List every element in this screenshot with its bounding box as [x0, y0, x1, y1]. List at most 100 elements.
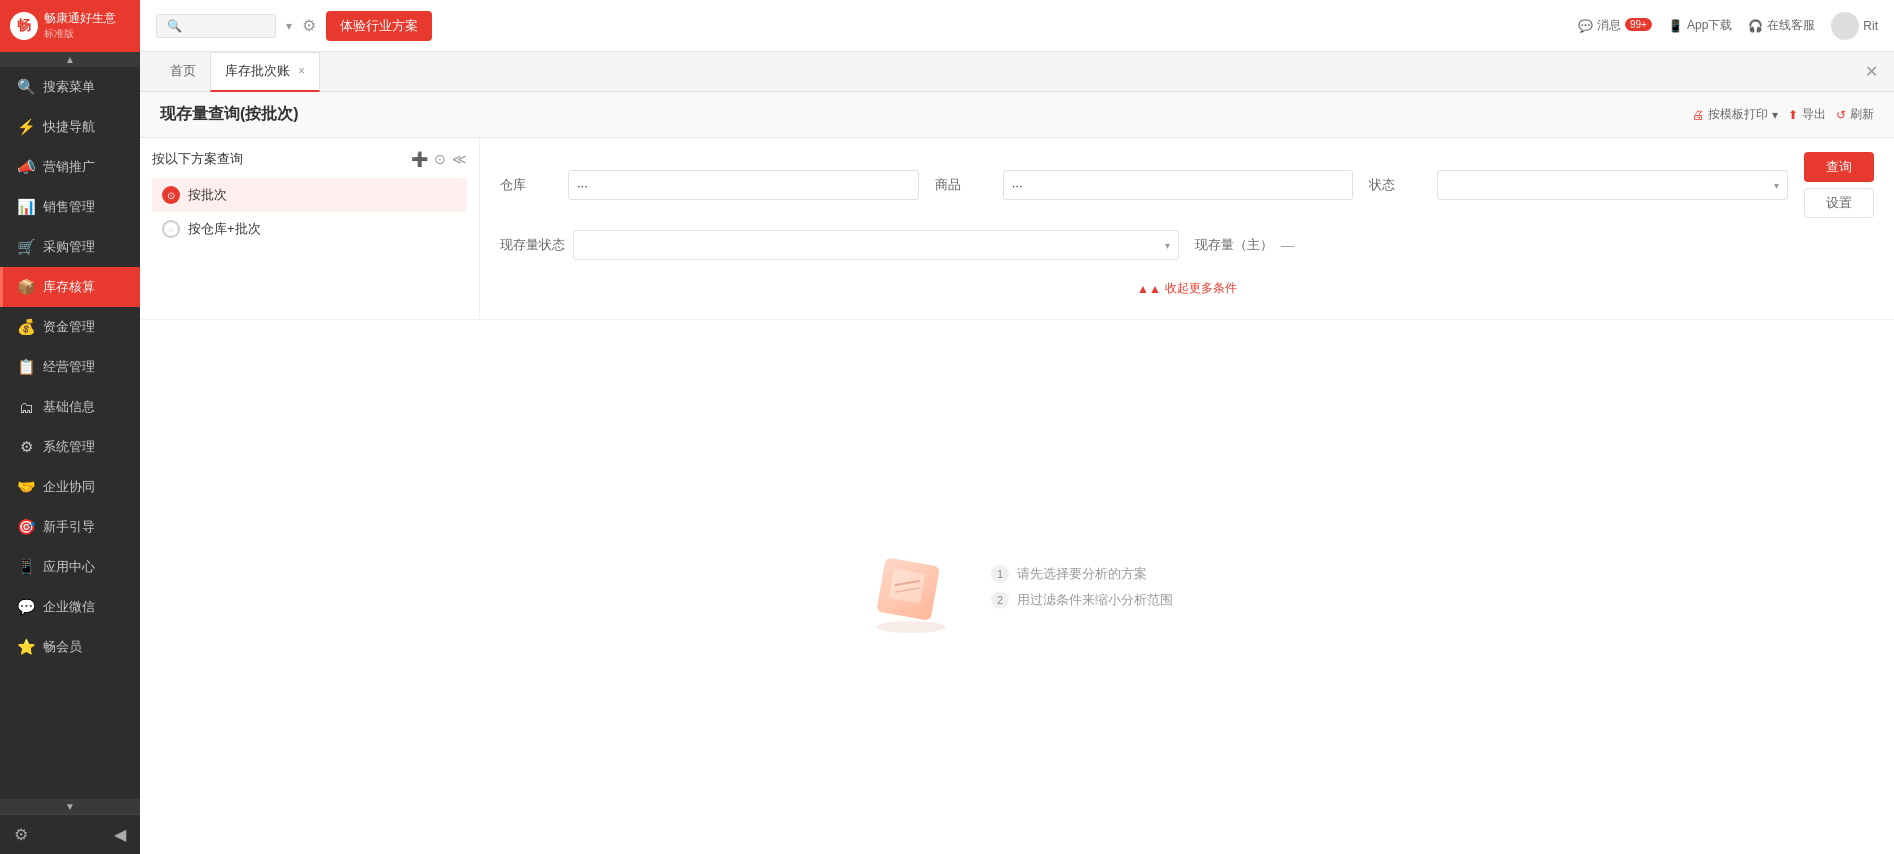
empty-state: 1 请先选择要分析的方案 2 用过滤条件来缩小分析范围 — [140, 320, 1894, 854]
query-button[interactable]: 查询 — [1804, 152, 1874, 182]
sidebar-item-operation[interactable]: 📋 经营管理 — [0, 347, 140, 387]
printer-icon: 🖨 — [1692, 108, 1704, 122]
sidebar: 畅 畅康通好生意 标准版 ▲ 🔍 搜索菜单 ⚡ 快捷导航 📣 营销推广 📊 销售… — [0, 0, 140, 854]
sidebar-item-inventory[interactable]: 📦 库存核算 — [0, 267, 140, 307]
sidebar-item-finance[interactable]: 💰 资金管理 — [0, 307, 140, 347]
topbar-dropdown-icon[interactable]: ▾ — [286, 19, 292, 33]
tab-close-icon[interactable]: × — [298, 64, 305, 78]
tab-home-label: 首页 — [170, 62, 196, 80]
phone-icon: 📱 — [17, 558, 35, 576]
filter-stock-amount: 现存量（主） — — [1195, 236, 1874, 254]
goods-input[interactable]: ··· — [1003, 170, 1354, 200]
empty-tip-1: 1 请先选择要分析的方案 — [991, 565, 1173, 583]
collapse-left-icon[interactable]: ≪ — [452, 151, 467, 167]
scroll-up-btn[interactable]: ▲ — [0, 52, 140, 67]
sidebar-item-shortcuts[interactable]: ⚡ 快捷导航 — [0, 107, 140, 147]
close-panel-button[interactable]: ✕ — [1865, 62, 1878, 81]
sidebar-item-marketing[interactable]: 📣 营销推广 — [0, 147, 140, 187]
filter-row-2: 现存量状态 ▾ 现存量（主） — — [500, 230, 1874, 260]
message-icon: 💬 — [1578, 19, 1593, 33]
app-download-button[interactable]: 📱 App下载 — [1668, 17, 1732, 34]
stock-status-label: 现存量状态 — [500, 236, 565, 254]
page-actions: 🖨 按模板打印 ▾ ⬆ 导出 ↺ 刷新 — [1692, 106, 1874, 123]
sidebar-item-label: 采购管理 — [43, 238, 95, 256]
sidebar-item-label: 企业协同 — [43, 478, 95, 496]
sidebar-item-system[interactable]: ⚙ 系统管理 — [0, 427, 140, 467]
warehouse-input[interactable]: ··· — [568, 170, 919, 200]
scroll-down-btn[interactable]: ▼ — [0, 799, 140, 814]
svg-point-0 — [876, 621, 946, 633]
filter-status: 状态 ▾ — [1369, 170, 1788, 200]
sidebar-item-sales[interactable]: 📊 销售管理 — [0, 187, 140, 227]
refresh-button[interactable]: ↺ 刷新 — [1836, 106, 1874, 123]
collapse-conditions[interactable]: ▲▲ 收起更多条件 — [500, 272, 1874, 305]
sidebar-item-purchase[interactable]: 🛒 采购管理 — [0, 227, 140, 267]
messages-badge: 99+ — [1625, 18, 1652, 31]
filter-actions: 查询 设置 — [1804, 152, 1874, 218]
main-content: 现存量查询(按批次) 🖨 按模板打印 ▾ ⬆ 导出 ↺ 刷新 — [140, 92, 1894, 854]
range-separator: — — [1281, 238, 1294, 253]
money-icon: 💰 — [17, 318, 35, 336]
sidebar-item-basic[interactable]: 🗂 基础信息 — [0, 387, 140, 427]
collapse-up-icon: ▲▲ — [1137, 282, 1161, 296]
gear-icon: ⚙ — [17, 438, 35, 456]
topbar-right-actions: 💬 消息 99+ 📱 App下载 🎧 在线客服 Rit — [1578, 12, 1878, 40]
clipboard-icon: 📋 — [17, 358, 35, 376]
page-header: 现存量查询(按批次) 🖨 按模板打印 ▾ ⬆ 导出 ↺ 刷新 — [140, 92, 1894, 138]
add-plan-button[interactable]: ➕ — [411, 151, 428, 167]
print-label: 按模板打印 — [1708, 106, 1768, 123]
messages-button[interactable]: 💬 消息 99+ — [1578, 17, 1652, 34]
filter-stock-status: 现存量状态 ▾ — [500, 230, 1179, 260]
status-label: 状态 — [1369, 176, 1429, 194]
filter-goods: 商品 ··· — [935, 170, 1354, 200]
stock-status-select[interactable]: ▾ — [573, 230, 1179, 260]
tip-number-2: 2 — [991, 591, 1009, 609]
stock-status-caret-icon: ▾ — [1165, 240, 1170, 251]
sidebar-item-label: 企业微信 — [43, 598, 95, 616]
topbar: 🔍 ▾ ⚙ 体验行业方案 💬 消息 99+ 📱 App下载 🎧 在线客服 Rit — [140, 0, 1894, 52]
phone-icon: 📱 — [1668, 19, 1683, 33]
sidebar-item-label: 销售管理 — [43, 198, 95, 216]
sidebar-nav: 🔍 搜索菜单 ⚡ 快捷导航 📣 营销推广 📊 销售管理 🛒 采购管理 📦 库存核… — [0, 67, 140, 799]
filter-area: 按以下方案查询 ➕ ⊙ ≪ ⊙ 按批次 ○ 按仓库+批次 — [140, 138, 1894, 320]
sidebar-item-wechat[interactable]: 💬 企业微信 — [0, 587, 140, 627]
sidebar-item-enterprise[interactable]: 🤝 企业协同 — [0, 467, 140, 507]
filter-left-header: 按以下方案查询 ➕ ⊙ ≪ — [152, 150, 467, 168]
print-dropdown-icon[interactable]: ▾ — [1772, 108, 1778, 122]
topbar-gear-icon[interactable]: ⚙ — [302, 16, 316, 35]
sidebar-item-guide[interactable]: 🎯 新手引导 — [0, 507, 140, 547]
warehouse-label: 仓库 — [500, 176, 560, 194]
print-button[interactable]: 🖨 按模板打印 ▾ — [1692, 106, 1778, 123]
chart-icon: 📊 — [17, 198, 35, 216]
status-select[interactable]: ▾ — [1437, 170, 1788, 200]
filter-warehouse: 仓库 ··· — [500, 170, 919, 200]
folder-icon: 🗂 — [17, 398, 35, 416]
tab-inventory-batch[interactable]: 库存批次账 × — [210, 52, 320, 92]
handshake-icon: 🤝 — [17, 478, 35, 496]
settings-icon[interactable]: ⚙ — [14, 825, 28, 844]
export-button[interactable]: ⬆ 导出 — [1788, 106, 1826, 123]
sidebar-item-appstore[interactable]: 📱 应用中心 — [0, 547, 140, 587]
messages-label: 消息 — [1597, 17, 1621, 34]
experience-industry-button[interactable]: 体验行业方案 — [326, 11, 432, 41]
tip-text-2: 用过滤条件来缩小分析范围 — [1017, 591, 1173, 609]
user-profile[interactable]: Rit — [1831, 12, 1878, 40]
stock-amount-label: 现存量（主） — [1195, 236, 1273, 254]
collapse-sidebar-icon[interactable]: ◀ — [114, 825, 126, 844]
settings-button[interactable]: 设置 — [1804, 188, 1874, 218]
empty-box-svg — [861, 537, 961, 637]
sidebar-header: 畅 畅康通好生意 标准版 — [0, 0, 140, 52]
plan-settings-icon[interactable]: ⊙ — [434, 151, 446, 167]
username-label: Rit — [1863, 19, 1878, 33]
empty-tip-2: 2 用过滤条件来缩小分析范围 — [991, 591, 1173, 609]
plan-item-warehouse-batch[interactable]: ○ 按仓库+批次 — [152, 212, 467, 246]
avatar — [1831, 12, 1859, 40]
sidebar-item-label: 搜索菜单 — [43, 78, 95, 96]
topbar-search[interactable]: 🔍 — [156, 14, 276, 38]
tab-home[interactable]: 首页 — [156, 52, 210, 92]
plan-item-batch[interactable]: ⊙ 按批次 — [152, 178, 467, 212]
sidebar-item-member[interactable]: ⭐ 畅会员 — [0, 627, 140, 667]
online-support-button[interactable]: 🎧 在线客服 — [1748, 17, 1815, 34]
sidebar-item-search[interactable]: 🔍 搜索菜单 — [0, 67, 140, 107]
export-label: 导出 — [1802, 106, 1826, 123]
